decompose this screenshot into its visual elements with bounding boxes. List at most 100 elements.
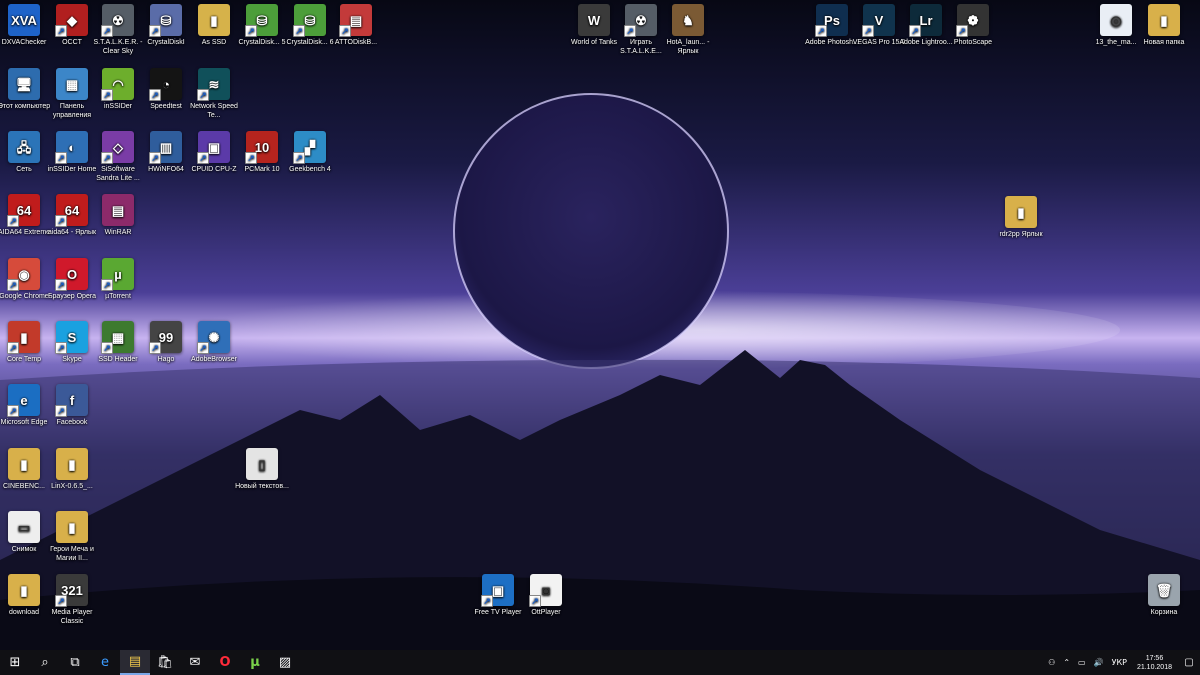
desktop-icon-label: AdobeBrowser xyxy=(191,356,237,363)
13-the-ma-icon: ◎ xyxy=(1100,4,1132,36)
shortcut-arrow-icon: ↗ xyxy=(339,25,351,37)
панель-управления-icon: ▦ xyxy=(56,68,88,100)
rdr2pp-ярлык-glyph: ▮ xyxy=(1017,204,1025,220)
google-chrome-glyph: ◉ xyxy=(18,266,30,282)
desktop-icon-network-speed-te[interactable]: ≋ ↗ Network Speed Te... xyxy=(186,68,242,120)
desktop-icon-герои-меча-и-магии-ii[interactable]: ▮ Герои Меча и Магии II... xyxy=(44,511,100,563)
start-button[interactable]: ⊞ xyxy=(0,650,30,675)
shortcut-arrow-icon: ↗ xyxy=(245,25,257,37)
shortcut-arrow-icon: ↗ xyxy=(7,405,19,417)
crystaldisk-6-glyph: ⛁ xyxy=(304,12,316,28)
desktop-icon-facebook[interactable]: f ↗ Facebook xyxy=(44,384,100,427)
герои-меча-и-магии-ii-icon: ▮ xyxy=(56,511,88,543)
taskbar-explorer[interactable]: ▤ xyxy=(120,650,150,675)
desktop-icon-linx-0-6-5[interactable]: ▮ LinX-0.6.5_... xyxy=(44,448,100,491)
shortcut-arrow-icon: ↗ xyxy=(624,25,636,37)
играть-s-t-a-l-k-e-icon: ☢ ↗ xyxy=(624,4,657,37)
shortcut-arrow-icon: ↗ xyxy=(293,152,305,164)
desktop-icon-label: ATTODiskB... xyxy=(334,39,378,46)
shortcut-arrow-icon: ↗ xyxy=(481,595,493,607)
desktop-icon-label: Geekbench 4 xyxy=(289,166,331,173)
shortcut-arrow-icon: ↗ xyxy=(197,89,209,101)
shortcut-arrow-icon: ↗ xyxy=(55,279,67,291)
shortcut-arrow-icon: ↗ xyxy=(245,152,257,164)
desktop-icon-ottplayer[interactable]: ◙ ↗ OttPlayer xyxy=(518,574,574,617)
браузер-opera-icon: O ↗ xyxy=(55,258,88,291)
edge-icon: e xyxy=(101,655,109,670)
desktop-icon-корзина[interactable]: 🗑 Корзина xyxy=(1136,574,1192,617)
action-center-button[interactable]: ▢ xyxy=(1178,650,1200,675)
desktop-icon-label: µTorrent xyxy=(105,293,131,300)
taskbar-opera[interactable]: O xyxy=(210,650,240,675)
desktop-icon-label: Новая папка xyxy=(1143,39,1185,46)
pcmark-10-glyph: 10 xyxy=(254,139,270,155)
adobe-photosh-icon: Ps ↗ xyxy=(815,4,848,37)
снимок-icon: ▭ xyxy=(8,511,40,543)
desktop-icon-hota-laun-ярлык[interactable]: ♞ HotA_laun... - Ярлык xyxy=(660,4,716,56)
сеть-glyph: 🖧 xyxy=(16,139,32,155)
inssider-home-icon: ◐ ↗ xyxy=(55,131,88,164)
taskbar-utorrent[interactable]: µ xyxy=(240,650,270,675)
crystaldiski-glyph: ⛁ xyxy=(160,12,172,28)
taskbar-mail[interactable]: ✉ xyxy=(180,650,210,675)
shortcut-arrow-icon: ↗ xyxy=(101,279,113,291)
download-icon: ▮ xyxy=(8,574,40,606)
desktop-icon-новая-папка[interactable]: ▮ Новая папка xyxy=(1136,4,1192,47)
dxvachecker-glyph: XVA xyxy=(11,12,37,28)
skype-glyph: S xyxy=(67,329,77,345)
desktop-icon-новый-текстов[interactable]: ▯ Новый текстов... xyxy=(234,448,290,491)
speedtest-icon: ◔ ↗ xyxy=(149,68,182,101)
cinebenc-icon: ▮ xyxy=(8,448,40,480)
desktop-icon-geekbench-4[interactable]: ▞ ↗ Geekbench 4 xyxy=(282,131,338,174)
shortcut-arrow-icon: ↗ xyxy=(55,342,67,354)
opera-icon: O xyxy=(219,655,231,670)
корзина-icon: 🗑 xyxy=(1148,574,1180,606)
network-icon[interactable]: ▭ xyxy=(1074,658,1090,667)
taskbar-edge[interactable]: e xyxy=(90,650,120,675)
desktop-icon-media-player-classic[interactable]: 321 ↗ Media Player Classic xyxy=(44,574,100,626)
панель-управления-glyph: ▦ xyxy=(65,76,79,92)
desktop-icon-rdr2pp-ярлык[interactable]: ▮ rdr2pp Ярлык xyxy=(993,196,1049,239)
vegas-pro-15-0-glyph: V xyxy=(874,12,884,28)
новая-папка-icon: ▮ xyxy=(1148,4,1180,36)
winrar-icon: ▤ xyxy=(102,194,134,226)
desktop-icon-label: PhotoScape xyxy=(953,39,993,46)
geekbench-4-icon: ▞ ↗ xyxy=(293,131,326,164)
task-view-button[interactable]: ⧉ xyxy=(60,650,90,675)
shortcut-arrow-icon: ↗ xyxy=(149,152,161,164)
clock[interactable]: 17:56 21.10.2018 xyxy=(1131,654,1178,672)
file-explorer-icon: ▤ xyxy=(128,654,142,669)
crystaldisk-6-icon: ⛁ ↗ xyxy=(293,4,326,37)
input-language[interactable]: УКР xyxy=(1108,658,1131,667)
desktop-icon-label: WinRAR xyxy=(104,229,132,236)
photoscape-glyph: ❁ xyxy=(967,12,979,28)
taskbar: ⊞ ⌕ ⧉ e ▤ 🛍 ✉ O µ ▨ ⚇ ⌃ ▭ 🔊 УКР 17:56 21… xyxy=(0,650,1200,675)
shortcut-arrow-icon: ↗ xyxy=(55,152,67,164)
cinebenc-glyph: ▮ xyxy=(20,456,28,472)
microsoft-edge-icon: e ↗ xyxy=(7,384,40,417)
desktop-icon-photoscape[interactable]: ❁ ↗ PhotoScape xyxy=(945,4,1001,47)
photoscape-icon: ❁ ↗ xyxy=(956,4,989,37)
volume-icon[interactable]: 🔊 xyxy=(1090,658,1108,667)
inssider-icon: ◠ ↗ xyxy=(101,68,134,101)
shortcut-arrow-icon: ↗ xyxy=(862,25,874,37)
ssd-header-icon: ▦ ↗ xyxy=(101,321,134,354)
taskbar-store[interactable]: 🛍 xyxy=(150,650,180,675)
free-tv-player-icon: ▣ ↗ xyxy=(481,574,514,607)
desktop-icon-adobebrowser[interactable]: ✺ ↗ AdobeBrowser xyxy=(186,321,242,364)
people-icon[interactable]: ⚇ xyxy=(1044,658,1059,667)
aida64-extreme-icon: 64 ↗ xyxy=(7,194,40,227)
show-hidden-icons-icon[interactable]: ⌃ xyxy=(1059,658,1074,667)
shortcut-arrow-icon: ↗ xyxy=(101,25,113,37)
desktop-icon-torrent[interactable]: µ ↗ µTorrent xyxy=(90,258,146,301)
desktop-icon-attodiskb[interactable]: ▤ ↗ ATTODiskB... xyxy=(328,4,384,47)
taskbar-photos[interactable]: ▨ xyxy=(270,650,300,675)
search-button[interactable]: ⌕ xyxy=(30,650,60,675)
desktop-icon-winrar[interactable]: ▤ WinRAR xyxy=(90,194,146,237)
free-tv-player-glyph: ▣ xyxy=(491,582,505,598)
search-icon: ⌕ xyxy=(41,655,49,670)
shortcut-arrow-icon: ↗ xyxy=(55,405,67,417)
core-temp-icon: ▮ ↗ xyxy=(7,321,40,354)
13-the-ma-glyph: ◎ xyxy=(1110,12,1122,28)
ottplayer-glyph: ◙ xyxy=(542,582,550,598)
